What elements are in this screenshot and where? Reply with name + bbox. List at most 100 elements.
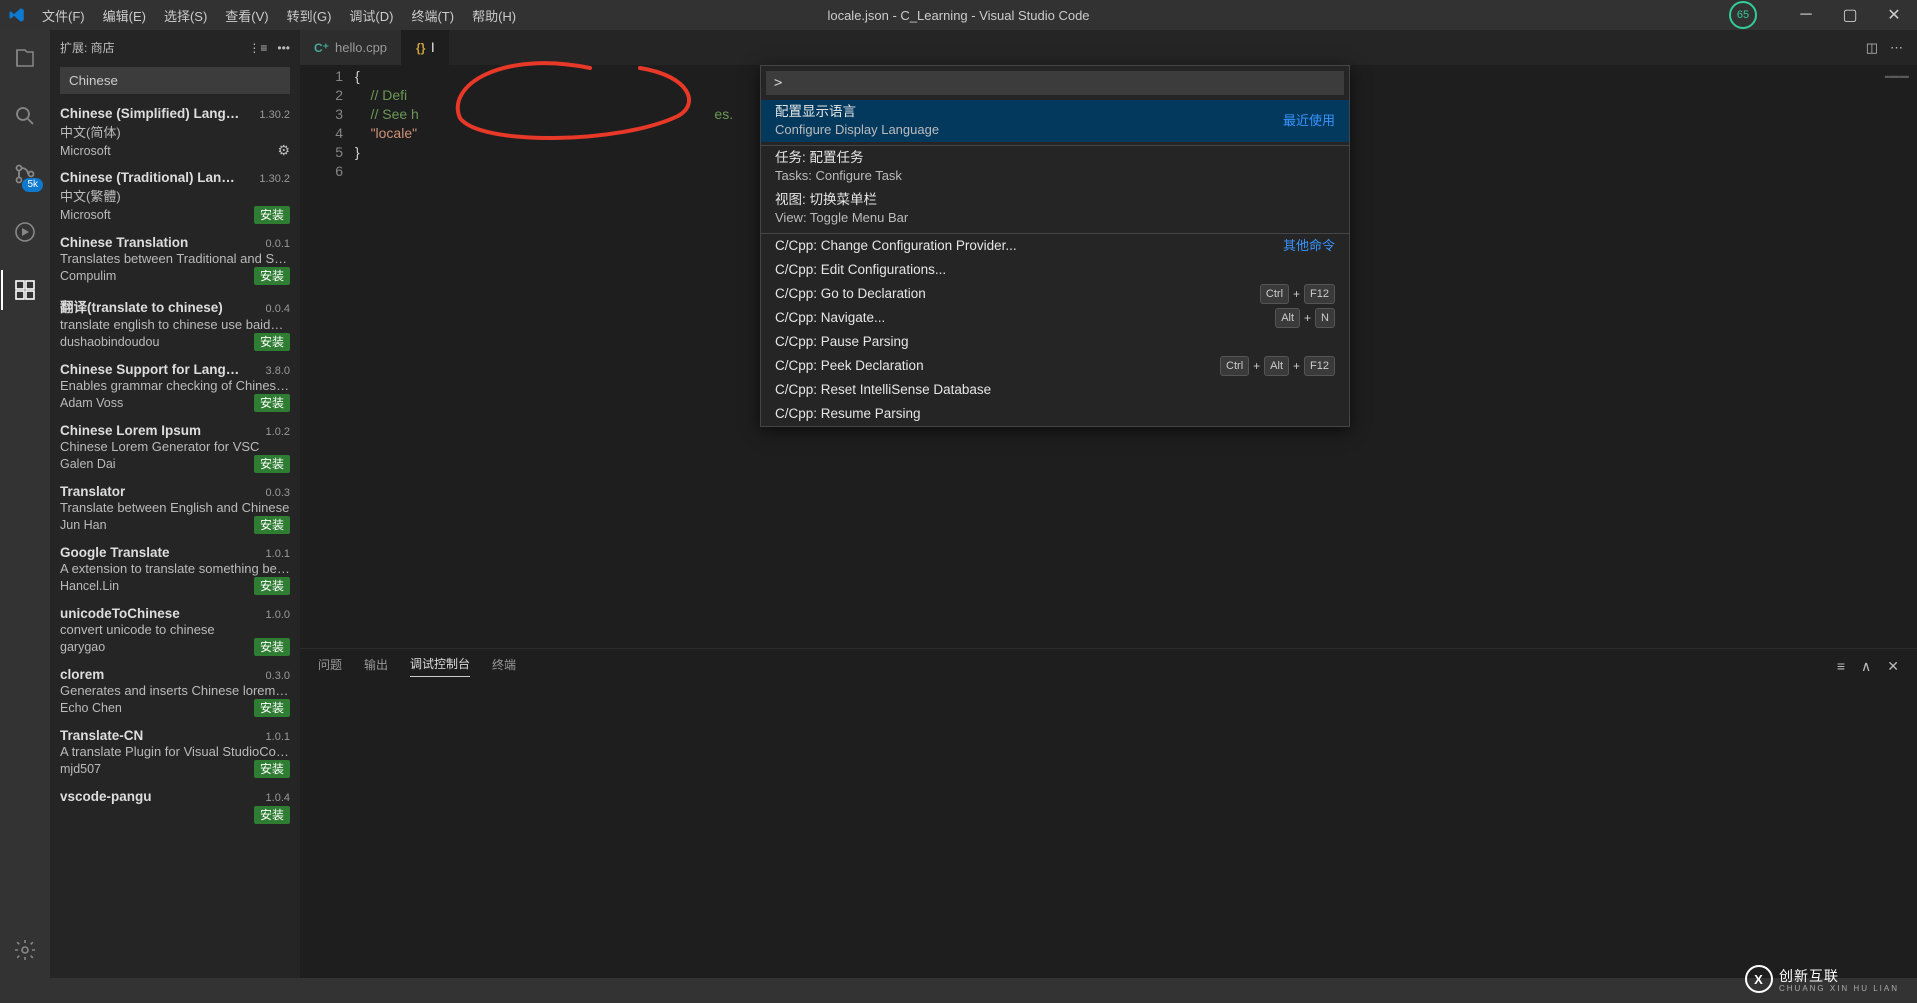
command-sublabel: View: Toggle Menu Bar: [775, 209, 1335, 227]
ext-title: clorem: [60, 667, 104, 682]
editor-tab[interactable]: C⁺hello.cpp: [300, 30, 402, 65]
menu-item[interactable]: 选择(S): [156, 2, 215, 29]
extension-item[interactable]: Chinese (Simplified) Language ...1.30.2中…: [50, 100, 300, 164]
keybinding: Alt+N: [1275, 308, 1335, 328]
extension-item[interactable]: Chinese Support for LanguageT...3.8.0Ena…: [50, 356, 300, 417]
install-button[interactable]: 安装: [254, 699, 290, 717]
watermark-brand: 创新互联: [1779, 968, 1839, 984]
command-row[interactable]: C/Cpp: Change Configuration Provider...其…: [761, 234, 1349, 258]
menu-item[interactable]: 帮助(H): [464, 2, 524, 29]
install-button[interactable]: 安装: [254, 394, 290, 412]
install-button[interactable]: 安装: [254, 806, 290, 824]
menu-item[interactable]: 文件(F): [34, 2, 93, 29]
group-label: 最近使用: [1283, 112, 1335, 130]
command-row[interactable]: C/Cpp: Peek DeclarationCtrl+Alt+F12: [761, 354, 1349, 378]
extension-item[interactable]: Chinese Lorem Ipsum1.0.2Chinese Lorem Ge…: [50, 417, 300, 478]
ext-publisher: Adam Voss: [60, 396, 123, 410]
json-file-icon: {}: [416, 41, 425, 55]
title-badge: 65: [1729, 1, 1757, 29]
debug-icon[interactable]: [1, 212, 49, 252]
command-input[interactable]: >: [766, 71, 1344, 95]
filter-icon[interactable]: ⋮≡: [248, 41, 267, 55]
command-sublabel: Tasks: Configure Task: [775, 167, 1335, 185]
command-row[interactable]: C/Cpp: Edit Configurations...: [761, 258, 1349, 282]
extension-item[interactable]: Translator0.0.3Translate between English…: [50, 478, 300, 539]
command-row[interactable]: C/Cpp: Pause Parsing: [761, 330, 1349, 354]
ext-publisher: Compulim: [60, 269, 116, 283]
ext-title: Google Translate: [60, 545, 170, 560]
settings-gear-icon[interactable]: [1, 930, 49, 970]
more-icon[interactable]: •••: [277, 41, 290, 55]
panel-tab[interactable]: 输出: [364, 656, 388, 677]
editor-more-icon[interactable]: ⋯: [1890, 40, 1903, 56]
ext-version: 3.8.0: [266, 365, 290, 377]
tab-label: hello.cpp: [335, 40, 387, 55]
menu-item[interactable]: 调试(D): [341, 2, 401, 29]
install-button[interactable]: 安装: [254, 760, 290, 778]
close-button[interactable]: ✕: [1879, 0, 1909, 30]
panel-tab[interactable]: 终端: [492, 656, 516, 677]
command-palette: > 配置显示语言Configure Display Language最近使用任务…: [760, 65, 1350, 427]
ext-desc: Translates between Traditional and Sim..…: [60, 251, 290, 266]
vscode-logo-icon: [8, 6, 26, 24]
editor-tab[interactable]: {}l: [402, 30, 449, 65]
command-row[interactable]: C/Cpp: Navigate...Alt+N: [761, 306, 1349, 330]
ext-publisher: Galen Dai: [60, 457, 116, 471]
install-button[interactable]: 安装: [254, 333, 290, 351]
command-row[interactable]: C/Cpp: Resume Parsing: [761, 402, 1349, 426]
install-button[interactable]: 安装: [254, 455, 290, 473]
command-row[interactable]: C/Cpp: Go to DeclarationCtrl+F12: [761, 282, 1349, 306]
gear-icon[interactable]: ⚙: [277, 142, 290, 159]
panel-tabs: 问题 输出 调试控制台 终端 ≡ ∧ ✕: [300, 649, 1917, 683]
line-gutter: 123456: [300, 65, 355, 648]
ext-desc: Generates and inserts Chinese lorem ip..…: [60, 683, 290, 698]
activity-bar: 5k: [0, 30, 50, 978]
minimize-button[interactable]: ─: [1791, 0, 1821, 30]
menu-item[interactable]: 编辑(E): [95, 2, 154, 29]
ext-publisher: Echo Chen: [60, 701, 122, 715]
extensions-icon[interactable]: [1, 270, 49, 310]
maximize-button[interactable]: ▢: [1835, 0, 1865, 30]
group-label: 其他命令: [1283, 237, 1335, 255]
command-row[interactable]: 配置显示语言Configure Display Language最近使用: [761, 100, 1349, 142]
ext-desc: Enables grammar checking of Chinese i...: [60, 378, 290, 393]
command-row[interactable]: 任务: 配置任务Tasks: Configure Task: [761, 146, 1349, 188]
ext-desc: A extension to translate something bet..…: [60, 561, 290, 576]
menu-item[interactable]: 终端(T): [403, 2, 462, 29]
menu-item[interactable]: 查看(V): [217, 2, 276, 29]
command-row[interactable]: 视图: 切换菜单栏View: Toggle Menu Bar: [761, 188, 1349, 230]
panel-tab[interactable]: 调试控制台: [410, 655, 470, 677]
panel-up-icon[interactable]: ∧: [1861, 658, 1871, 675]
extension-item[interactable]: 翻译(translate to chinese)0.0.4translate e…: [50, 290, 300, 356]
ext-version: 0.0.3: [266, 487, 290, 499]
extension-item[interactable]: Chinese Translation0.0.1Translates betwe…: [50, 229, 300, 290]
extension-item[interactable]: unicodeToChinese1.0.0convert unicode to …: [50, 600, 300, 661]
extension-item[interactable]: Chinese (Traditional) Language...1.30.2中…: [50, 164, 300, 229]
extension-item[interactable]: vscode-pangu1.0.4安装: [50, 783, 300, 829]
install-button[interactable]: 安装: [254, 206, 290, 224]
extension-item[interactable]: Translate-CN1.0.1A translate Plugin for …: [50, 722, 300, 783]
install-button[interactable]: 安装: [254, 577, 290, 595]
install-button[interactable]: 安装: [254, 267, 290, 285]
watermark-sub: CHUANG XIN HU LIAN: [1779, 984, 1899, 993]
panel-close-icon[interactable]: ✕: [1887, 658, 1899, 675]
explorer-icon[interactable]: [1, 38, 49, 78]
source-control-icon[interactable]: 5k: [1, 154, 49, 194]
ext-version: 1.0.0: [266, 609, 290, 621]
command-label: C/Cpp: Go to Declaration: [775, 285, 1335, 303]
command-row[interactable]: C/Cpp: Reset IntelliSense Database: [761, 378, 1349, 402]
panel-filter-icon[interactable]: ≡: [1837, 658, 1845, 674]
ext-version: 1.0.1: [266, 731, 290, 743]
install-button[interactable]: 安装: [254, 638, 290, 656]
extension-list: Chinese (Simplified) Language ...1.30.2中…: [50, 100, 300, 978]
extension-item[interactable]: Google Translate1.0.1A extension to tran…: [50, 539, 300, 600]
extension-search-input[interactable]: [60, 67, 290, 94]
panel-tab[interactable]: 问题: [318, 656, 342, 677]
install-button[interactable]: 安装: [254, 516, 290, 534]
split-editor-icon[interactable]: ◫: [1866, 40, 1878, 56]
search-icon[interactable]: [1, 96, 49, 136]
menu-item[interactable]: 转到(G): [279, 2, 340, 29]
watermark: X 创新互联 CHUANG XIN HU LIAN: [1745, 965, 1899, 993]
extension-item[interactable]: clorem0.3.0Generates and inserts Chinese…: [50, 661, 300, 722]
ext-desc: A translate Plugin for Visual StudioCod.…: [60, 744, 290, 759]
